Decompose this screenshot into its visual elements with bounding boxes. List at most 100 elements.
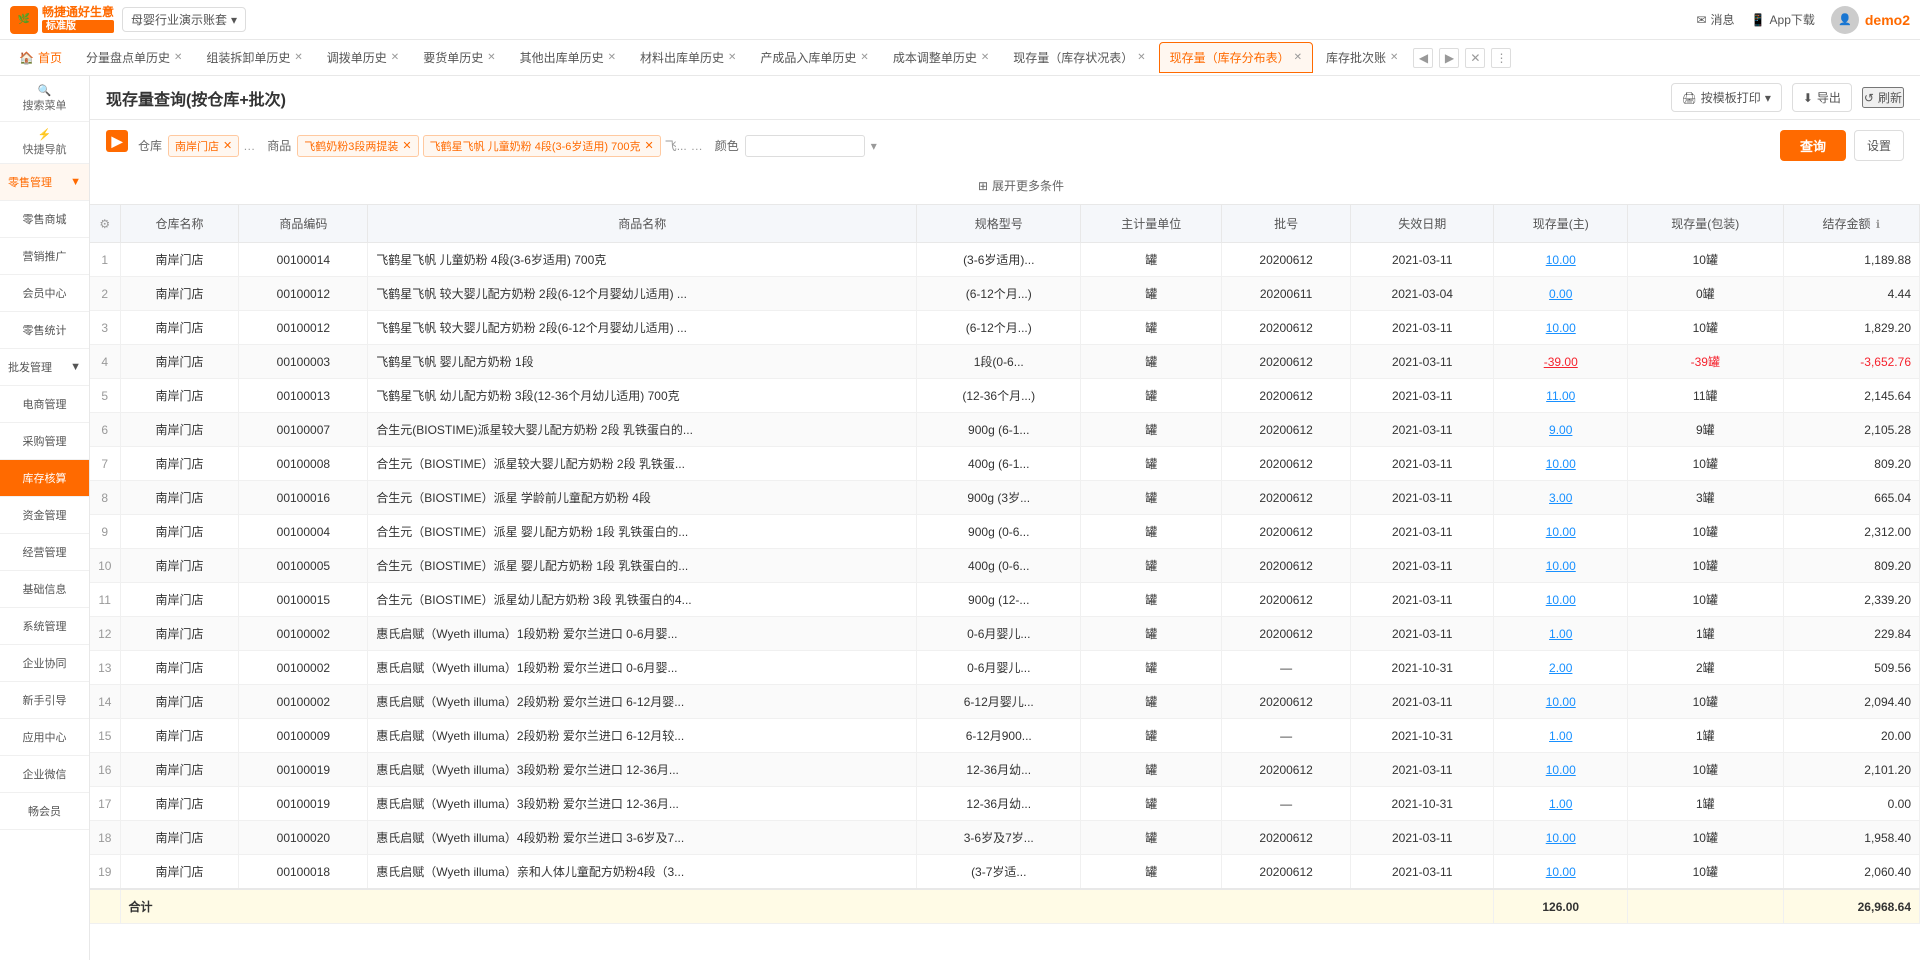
tab-cost-adjust[interactable]: 成本调整单历史 ✕	[882, 42, 1000, 73]
sidebar-item-retail-shop[interactable]: 零售商城	[0, 201, 89, 238]
row-qty-main[interactable]: 10.00	[1494, 447, 1628, 481]
sidebar-item-retail-stats[interactable]: 零售统计	[0, 312, 89, 349]
sidebar-item-purchase[interactable]: 采购管理	[0, 423, 89, 460]
row-unit: 罐	[1081, 277, 1222, 311]
tab-stock-dist[interactable]: 现存量（库存分布表） ✕	[1159, 42, 1313, 73]
row-qty-main[interactable]: 10.00	[1494, 753, 1628, 787]
tab-home[interactable]: 🏠 首页	[8, 42, 73, 73]
tab-material-out[interactable]: 材料出库单历史 ✕	[629, 42, 747, 73]
row-warehouse: 南岸门店	[120, 719, 239, 753]
tab-product-in[interactable]: 产成品入库单历史 ✕	[749, 42, 879, 73]
sidebar-item-system[interactable]: 系统管理	[0, 608, 89, 645]
tab-other-out[interactable]: 其他出库单历史 ✕	[509, 42, 627, 73]
tab-split[interactable]: 分量盘点单历史 ✕	[75, 42, 193, 73]
sidebar-item-wholesale[interactable]: 批发管理 ▼	[0, 349, 89, 386]
warehouse-ellipsis[interactable]: …	[243, 139, 255, 153]
color-dropdown-icon[interactable]: ▾	[871, 139, 877, 153]
row-qty-main[interactable]: 10.00	[1494, 685, 1628, 719]
tab-require[interactable]: 要货单历史 ✕	[412, 42, 506, 73]
product-ellipsis[interactable]: …	[691, 139, 703, 153]
user-avatar-area[interactable]: 👤 demo2	[1831, 6, 1910, 34]
row-qty-main[interactable]: 1.00	[1494, 787, 1628, 821]
tab-scroll-right[interactable]: ▶	[1439, 48, 1459, 68]
warehouse-tag-remove[interactable]: ✕	[223, 139, 232, 152]
product-more[interactable]: 飞...	[665, 137, 687, 154]
settings-button[interactable]: 设置	[1854, 130, 1904, 161]
tab-product-in-close[interactable]: ✕	[860, 52, 868, 63]
tab-disassemble-close[interactable]: ✕	[294, 52, 302, 63]
row-qty-main[interactable]: 9.00	[1494, 413, 1628, 447]
tab-batch-ledger-close[interactable]: ✕	[1390, 52, 1398, 63]
row-qty-main[interactable]: 10.00	[1494, 311, 1628, 345]
row-qty-main[interactable]: 2.00	[1494, 651, 1628, 685]
row-amount: 2,145.64	[1783, 379, 1919, 413]
color-input[interactable]	[745, 135, 865, 157]
sidebar-item-retail-shop-label: 零售商城	[23, 211, 67, 227]
tab-material-out-close[interactable]: ✕	[728, 52, 736, 63]
tab-mixing[interactable]: 调拨单历史 ✕	[316, 42, 410, 73]
sidebar-item-operation[interactable]: 经营管理	[0, 534, 89, 571]
row-qty-main[interactable]: 0.00	[1494, 277, 1628, 311]
tab-disassemble[interactable]: 组装拆卸单历史 ✕	[195, 42, 313, 73]
sidebar-item-guide[interactable]: 新手引导	[0, 682, 89, 719]
sidebar-item-weixin[interactable]: 企业微信	[0, 756, 89, 793]
row-unit: 罐	[1081, 787, 1222, 821]
refresh-button[interactable]: ↺ 刷新	[1862, 87, 1904, 108]
sidebar-item-ecommerce[interactable]: 电商管理	[0, 386, 89, 423]
sidebar-item-apps[interactable]: 应用中心	[0, 719, 89, 756]
row-qty-main[interactable]: 3.00	[1494, 481, 1628, 515]
tab-stock-dist-close[interactable]: ✕	[1294, 52, 1302, 63]
th-settings[interactable]: ⚙	[90, 205, 120, 243]
row-qty-main[interactable]: 1.00	[1494, 617, 1628, 651]
tab-more[interactable]: ⋮	[1491, 48, 1511, 68]
tab-require-close[interactable]: ✕	[487, 52, 495, 63]
query-button[interactable]: 查询	[1780, 130, 1846, 161]
sidebar-item-member2[interactable]: 畅会员	[0, 793, 89, 830]
tab-material-out-label: 材料出库单历史	[640, 49, 724, 66]
tab-stock-status-close[interactable]: ✕	[1137, 52, 1145, 63]
expand-row-button[interactable]: ▶	[106, 130, 128, 152]
sidebar-search-label: 搜索菜单	[6, 97, 83, 113]
row-qty-main[interactable]: 10.00	[1494, 243, 1628, 277]
refresh-label: 刷新	[1878, 89, 1902, 106]
export-button[interactable]: ⬇ 导出	[1792, 83, 1852, 112]
sidebar-quicknav[interactable]: ⚡ 快捷导航	[0, 122, 89, 164]
row-qty-main[interactable]: 10.00	[1494, 855, 1628, 890]
row-qty-main[interactable]: 1.00	[1494, 719, 1628, 753]
sidebar: 🔍 搜索菜单 ⚡ 快捷导航 零售管理 ▼ 零售商城 营销推广 会员中心 零售统计…	[0, 76, 90, 960]
tab-batch-ledger[interactable]: 库存批次账 ✕	[1315, 42, 1409, 73]
sidebar-item-retail-mgmt[interactable]: 零售管理 ▼	[0, 164, 89, 201]
row-qty-main[interactable]: -39.00	[1494, 345, 1628, 379]
row-qty-main[interactable]: 10.00	[1494, 583, 1628, 617]
row-code: 00100018	[239, 855, 368, 890]
industry-selector[interactable]: 母婴行业演示账套 ▾	[122, 7, 246, 32]
tab-mixing-close[interactable]: ✕	[391, 52, 399, 63]
sidebar-item-enterprise[interactable]: 企业协同	[0, 645, 89, 682]
app-download-btn[interactable]: 📱 App下载	[1751, 11, 1815, 28]
sidebar-item-stock[interactable]: 库存核算	[0, 460, 89, 497]
row-qty-main[interactable]: 11.00	[1494, 379, 1628, 413]
sidebar-item-member[interactable]: 会员中心	[0, 275, 89, 312]
tab-split-close[interactable]: ✕	[174, 52, 182, 63]
industry-text: 母婴行业演示账套	[131, 11, 227, 28]
sidebar-search[interactable]: 🔍 搜索菜单	[0, 76, 89, 122]
sidebar-item-finance[interactable]: 资金管理	[0, 497, 89, 534]
tab-stock-status[interactable]: 现存量（库存状况表） ✕	[1002, 42, 1156, 73]
amount-info-icon[interactable]: ℹ	[1876, 219, 1880, 231]
sidebar-item-marketing[interactable]: 营销推广	[0, 238, 89, 275]
row-qty-main[interactable]: 10.00	[1494, 515, 1628, 549]
th-spec: 规格型号	[917, 205, 1081, 243]
row-qty-main[interactable]: 10.00	[1494, 821, 1628, 855]
tab-scroll-left[interactable]: ◀	[1413, 48, 1433, 68]
tab-close-all[interactable]: ✕	[1465, 48, 1485, 68]
table-row: 18 南岸门店 00100020 惠氏启赋（Wyeth illuma）4段奶粉 …	[90, 821, 1920, 855]
row-qty-main[interactable]: 10.00	[1494, 549, 1628, 583]
message-btn[interactable]: ✉ 消息	[1696, 11, 1734, 28]
product-tag-2-remove[interactable]: ✕	[644, 139, 653, 152]
product-tag-1-remove[interactable]: ✕	[402, 139, 411, 152]
expand-more-button[interactable]: ⊞ 展开更多条件	[978, 177, 1064, 194]
sidebar-item-basic[interactable]: 基础信息	[0, 571, 89, 608]
tab-cost-adjust-close[interactable]: ✕	[981, 52, 989, 63]
tab-other-out-close[interactable]: ✕	[608, 52, 616, 63]
print-button[interactable]: 🖨 按模板打印 ▾	[1671, 83, 1782, 112]
